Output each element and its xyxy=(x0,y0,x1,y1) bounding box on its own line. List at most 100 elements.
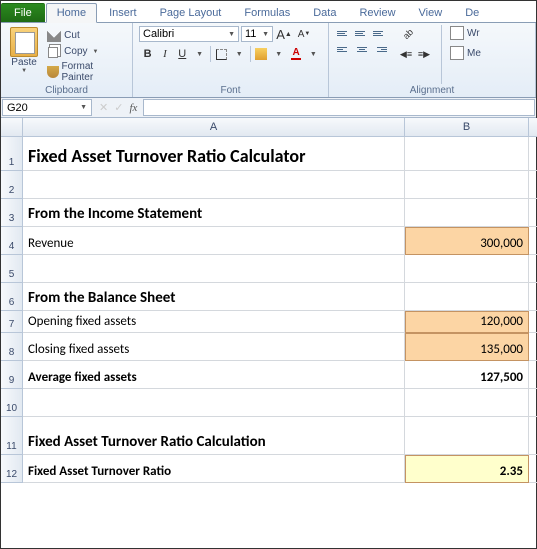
underline-button[interactable]: U xyxy=(174,45,191,63)
tab-formulas[interactable]: Formulas xyxy=(233,3,301,22)
cancel-icon[interactable]: ✕ xyxy=(99,101,108,114)
cell[interactable]: 300,000 xyxy=(405,227,529,255)
font-name-combo[interactable]: Calibri▼ xyxy=(139,26,239,42)
align-top-button[interactable] xyxy=(335,25,353,41)
tab-view[interactable]: View xyxy=(408,3,454,22)
cell[interactable]: From the Balance Sheet xyxy=(23,283,405,311)
cell[interactable] xyxy=(405,199,529,227)
chevron-down-icon: ▼ xyxy=(80,104,87,111)
row-header[interactable]: 5 xyxy=(1,255,23,283)
cell[interactable] xyxy=(529,171,537,199)
row-header[interactable]: 9 xyxy=(1,361,23,389)
cell[interactable]: 127,500 xyxy=(405,361,529,389)
col-header-c[interactable] xyxy=(529,118,537,137)
name-box[interactable]: G20▼ xyxy=(2,99,92,116)
cell[interactable]: 120,000 xyxy=(405,311,529,333)
align-center-button[interactable] xyxy=(353,41,371,57)
cell[interactable] xyxy=(529,227,537,255)
row-header[interactable]: 6 xyxy=(1,283,23,311)
cell[interactable] xyxy=(529,361,537,389)
cell[interactable] xyxy=(405,137,529,171)
row-header[interactable]: 7 xyxy=(1,311,23,333)
cell[interactable]: Average fixed assets xyxy=(23,361,405,389)
align-bottom-button[interactable] xyxy=(371,25,389,41)
cell[interactable] xyxy=(23,171,405,199)
col-header-b[interactable]: B xyxy=(405,118,529,137)
worksheet-grid[interactable]: A B 1 Fixed Asset Turnover Ratio Calcula… xyxy=(1,118,536,483)
decrease-indent-button[interactable]: ◀≡ xyxy=(397,45,415,63)
italic-button[interactable]: I xyxy=(156,45,173,63)
cell[interactable] xyxy=(23,389,405,417)
cell[interactable] xyxy=(405,171,529,199)
fill-dropdown[interactable]: ▼ xyxy=(270,45,287,63)
orientation-button[interactable]: ab xyxy=(397,25,419,43)
merge-button[interactable]: Me xyxy=(448,45,483,61)
alignment-group-label: Alignment xyxy=(335,84,529,96)
tab-review[interactable]: Review xyxy=(348,3,406,22)
cell[interactable]: Fixed Asset Turnover Ratio xyxy=(23,455,405,483)
cell[interactable]: Closing fixed assets xyxy=(23,333,405,361)
format-painter-button[interactable]: Format Painter xyxy=(45,60,126,84)
cell[interactable] xyxy=(529,417,537,455)
copy-label: Copy xyxy=(64,46,87,57)
row-header[interactable]: 3 xyxy=(1,199,23,227)
font-size-combo[interactable]: 11▼ xyxy=(241,26,273,42)
row-header[interactable]: 1 xyxy=(1,137,23,171)
cell[interactable]: 135,000 xyxy=(405,333,529,361)
underline-dropdown[interactable]: ▼ xyxy=(191,45,208,63)
formula-input[interactable] xyxy=(143,99,535,116)
font-size-value: 11 xyxy=(245,28,256,40)
copy-button[interactable]: Copy▼ xyxy=(45,44,126,59)
tab-file[interactable]: File xyxy=(1,3,45,22)
tab-home[interactable]: Home xyxy=(46,3,97,23)
cell[interactable]: Fixed Asset Turnover Ratio Calculator xyxy=(23,137,405,171)
cut-button[interactable]: Cut xyxy=(45,27,126,43)
enter-icon[interactable]: ✓ xyxy=(114,101,123,114)
cell[interactable] xyxy=(529,283,537,311)
cell[interactable] xyxy=(405,417,529,455)
cell[interactable] xyxy=(529,333,537,361)
align-middle-button[interactable] xyxy=(353,25,371,41)
tab-truncated[interactable]: De xyxy=(454,3,490,22)
row-header[interactable]: 12 xyxy=(1,455,23,483)
cell[interactable] xyxy=(405,389,529,417)
row-header[interactable]: 4 xyxy=(1,227,23,255)
increase-indent-button[interactable]: ≡▶ xyxy=(415,45,433,63)
tab-insert[interactable]: Insert xyxy=(98,3,148,22)
cell[interactable] xyxy=(529,389,537,417)
cell[interactable]: Revenue xyxy=(23,227,405,255)
cell[interactable] xyxy=(23,255,405,283)
cell[interactable] xyxy=(529,255,537,283)
cell[interactable] xyxy=(529,455,537,483)
col-header-a[interactable]: A xyxy=(23,118,405,137)
fx-icon[interactable]: fx xyxy=(129,102,137,114)
align-right-button[interactable] xyxy=(371,41,389,57)
row-header[interactable]: 8 xyxy=(1,333,23,361)
cell[interactable] xyxy=(529,199,537,227)
row-header[interactable]: 10 xyxy=(1,389,23,417)
border-dropdown[interactable]: ▼ xyxy=(231,45,248,63)
tab-data[interactable]: Data xyxy=(302,3,347,22)
wrap-text-button[interactable]: Wr xyxy=(448,25,483,41)
cell[interactable] xyxy=(405,283,529,311)
border-button[interactable] xyxy=(213,45,230,63)
cell[interactable]: Opening fixed assets xyxy=(23,311,405,333)
shrink-font-button[interactable]: A▼ xyxy=(295,25,313,43)
paste-button[interactable]: Paste ▼ xyxy=(7,25,41,84)
cell[interactable]: Fixed Asset Turnover Ratio Calculation xyxy=(23,417,405,455)
row-header[interactable]: 2 xyxy=(1,171,23,199)
cell[interactable] xyxy=(405,255,529,283)
select-all-corner[interactable] xyxy=(1,118,23,137)
cell[interactable]: From the Income Statement xyxy=(23,199,405,227)
font-color-dropdown[interactable]: ▼ xyxy=(305,45,322,63)
grow-font-button[interactable]: A▲ xyxy=(275,25,293,43)
tab-page-layout[interactable]: Page Layout xyxy=(149,3,233,22)
cell[interactable] xyxy=(529,311,537,333)
row-header[interactable]: 11 xyxy=(1,417,23,455)
bold-button[interactable]: B xyxy=(139,45,156,63)
fill-color-button[interactable] xyxy=(253,45,270,63)
font-color-button[interactable]: A xyxy=(287,45,304,63)
align-left-button[interactable] xyxy=(335,41,353,57)
cell[interactable] xyxy=(529,137,537,171)
cell[interactable]: 2.35 xyxy=(405,455,529,483)
